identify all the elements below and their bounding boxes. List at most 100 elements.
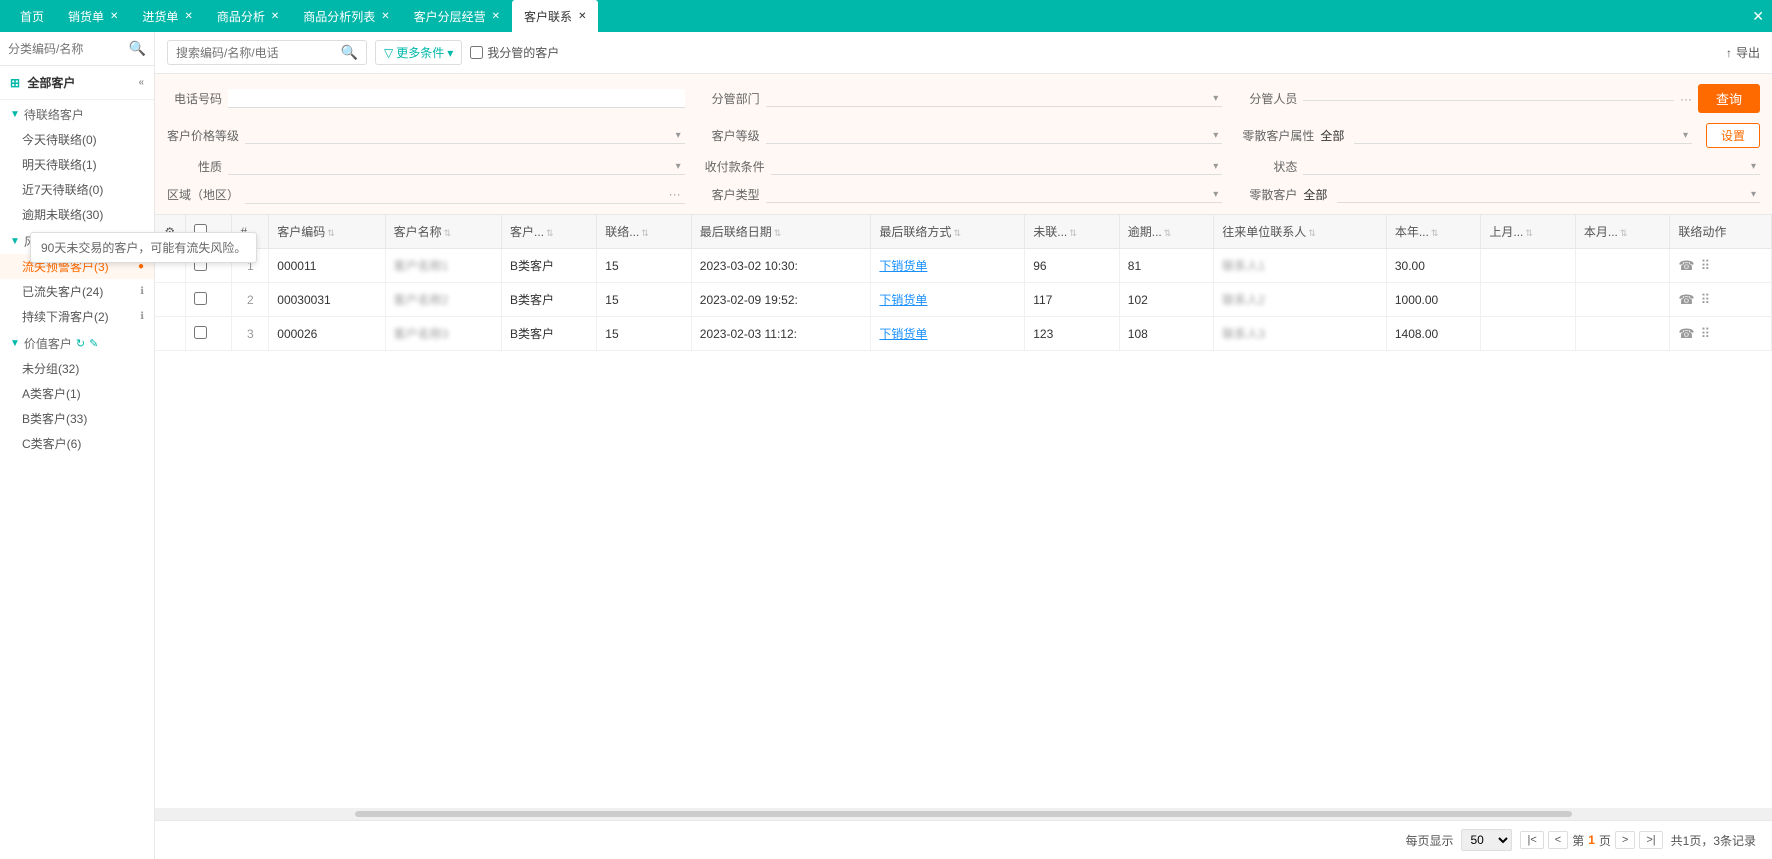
table-last-contact-date-header[interactable]: 最后联络日期⇅ [691,215,871,249]
customer-type-select[interactable]: ▾ [766,187,1223,203]
info-icon[interactable]: ℹ [140,311,144,322]
sidebar-item-overdue-pending[interactable]: 逾期未联络(30) [0,202,154,227]
sidebar-all-customers[interactable]: ⊞ 全部客户 « [0,66,154,100]
table-last-contact-way-header[interactable]: 最后联络方式⇅ [871,215,1025,249]
staff-select[interactable] [1303,96,1674,101]
more-icon[interactable]: ··· [1680,92,1692,106]
tab-sales-order[interactable]: 销货单 ✕ [56,0,130,32]
tab-home[interactable]: 首页 [8,0,56,32]
row-this-month [1575,283,1670,317]
sidebar-search-icon[interactable]: 🔍 [129,40,146,57]
my-customers-checkbox[interactable] [470,46,483,59]
close-icon[interactable]: ✕ [578,11,586,22]
row-checkbox[interactable] [185,317,232,351]
collapse-icon[interactable]: « [138,77,144,88]
customer-level-select[interactable]: ▾ [766,128,1223,144]
sidebar-item-declining[interactable]: 持续下滑客户(2) ℹ [0,304,154,329]
row-last-month [1481,249,1576,283]
table-this-year-header[interactable]: 本年...⇅ [1386,215,1481,249]
price-level-select[interactable]: ▾ [245,128,685,144]
table-contact-header[interactable]: 联络...⇅ [597,215,692,249]
row-overdue: 81 [1119,249,1214,283]
sidebar-item-c-class[interactable]: C类客户(6) [0,431,154,456]
search-icon[interactable]: 🔍 [341,44,358,61]
table-row: 3 000026 客户名称3 B类客户 15 2023-02-03 11:12:… [155,317,1772,351]
table-last-month-header[interactable]: 上月...⇅ [1481,215,1576,249]
scroll-thumb[interactable] [355,811,1572,817]
more-actions-icon[interactable]: ⠿ [1701,292,1711,308]
next-page-btn[interactable]: > [1615,831,1635,849]
prev-page-btn[interactable]: < [1548,831,1568,849]
dept-select[interactable]: ▾ [766,91,1223,107]
tab-product-analysis-list[interactable]: 商品分析列表 ✕ [291,0,401,32]
close-all-icon[interactable]: ✕ [1752,8,1764,25]
more-icon[interactable]: ··· [669,187,681,201]
tab-product-analysis[interactable]: 商品分析 ✕ [205,0,291,32]
tab-customer-contact[interactable]: 客户联系 ✕ [512,0,598,32]
sidebar-item-churned[interactable]: 已流失客户(24) ℹ [0,279,154,304]
action-icons: ☎ ⠿ [1678,258,1763,274]
row-last-contact-way[interactable]: 下销货单 [871,283,1025,317]
row-checkbox[interactable] [185,283,232,317]
gender-label: 性质 [167,158,222,175]
status-select[interactable]: ▾ [1303,159,1760,175]
sidebar-item-today-pending[interactable]: 今天待联络(0) [0,127,154,152]
close-icon[interactable]: ✕ [271,11,279,22]
table-type-header[interactable]: 客户...⇅ [502,215,597,249]
horizontal-scrollbar[interactable] [155,808,1772,820]
first-page-btn[interactable]: |< [1520,831,1543,849]
sidebar-item-a-class[interactable]: A类客户(1) [0,381,154,406]
contact-icon[interactable]: ☎ [1678,326,1694,342]
filter-search-input[interactable] [176,46,341,60]
info-icon[interactable]: ℹ [140,286,144,297]
row-settings[interactable] [155,283,185,317]
total-info: 共1页，3条记录 [1671,832,1756,849]
sidebar-value-section[interactable]: ▼ 价值客户 ↻ ✎ [0,329,154,356]
sidebar-item-b-class[interactable]: B类客户(33) [0,406,154,431]
gender-select[interactable]: ▾ [228,159,685,175]
export-btn[interactable]: ↑ 导出 [1726,44,1760,61]
table-code-header[interactable]: 客户编码⇅ [269,215,385,249]
row-settings[interactable] [155,317,185,351]
row-last-contact-way[interactable]: 下销货单 [871,249,1025,283]
settings-button[interactable]: 设置 [1706,123,1760,148]
export-icon: ↑ [1726,46,1732,60]
contact-icon[interactable]: ☎ [1678,292,1694,308]
tab-purchase-order[interactable]: 进货单 ✕ [130,0,204,32]
row-num: 2 [232,283,269,317]
edit-icon[interactable]: ✎ [89,337,98,350]
row-action: ☎ ⠿ [1670,283,1772,317]
retail-select[interactable]: ▾ [1337,187,1760,203]
table-unit-contact-header[interactable]: 往来单位联系人⇅ [1214,215,1387,249]
close-icon[interactable]: ✕ [110,11,118,22]
sidebar-search-input[interactable] [8,42,125,56]
last-page-btn[interactable]: >| [1639,831,1662,849]
close-icon[interactable]: ✕ [381,11,389,22]
more-conditions-btn[interactable]: ▽ 更多条件 ▾ [375,40,462,65]
table-name-header[interactable]: 客户名称⇅ [385,215,501,249]
table-this-month-header[interactable]: 本月...⇅ [1575,215,1670,249]
page-unit: 页 [1599,832,1611,849]
close-icon[interactable]: ✕ [492,11,500,22]
per-page-select[interactable]: 50 20 100 [1461,829,1512,851]
sidebar-item-7days-pending[interactable]: 近7天待联络(0) [0,177,154,202]
search-button[interactable]: 查询 [1698,84,1760,113]
advanced-filter-panel: 电话号码 分管部门 ▾ 分管人员 ··· 查询 [155,74,1772,215]
table-overdue-header[interactable]: 逾期...⇅ [1119,215,1214,249]
more-actions-icon[interactable]: ⠿ [1701,326,1711,342]
refresh-icon[interactable]: ↻ [76,337,85,350]
region-select[interactable]: ··· [245,185,685,204]
table-uncontacted-header[interactable]: 未联...⇅ [1025,215,1120,249]
sidebar-item-ungrouped[interactable]: 未分组(32) [0,356,154,381]
phone-input[interactable] [228,89,685,108]
more-actions-icon[interactable]: ⠿ [1701,258,1711,274]
sidebar-pending-section[interactable]: ▼ 待联络客户 [0,100,154,127]
row-last-contact-way[interactable]: 下销货单 [871,317,1025,351]
close-icon[interactable]: ✕ [184,11,192,22]
sidebar-item-tomorrow-pending[interactable]: 明天待联络(1) [0,152,154,177]
payment-select[interactable]: ▾ [771,159,1223,175]
contact-icon[interactable]: ☎ [1678,258,1694,274]
tab-customer-segmentation[interactable]: 客户分层经营 ✕ [402,0,512,32]
phone-label: 电话号码 [167,90,222,107]
receivable-attr-select[interactable]: ▾ [1354,128,1692,144]
